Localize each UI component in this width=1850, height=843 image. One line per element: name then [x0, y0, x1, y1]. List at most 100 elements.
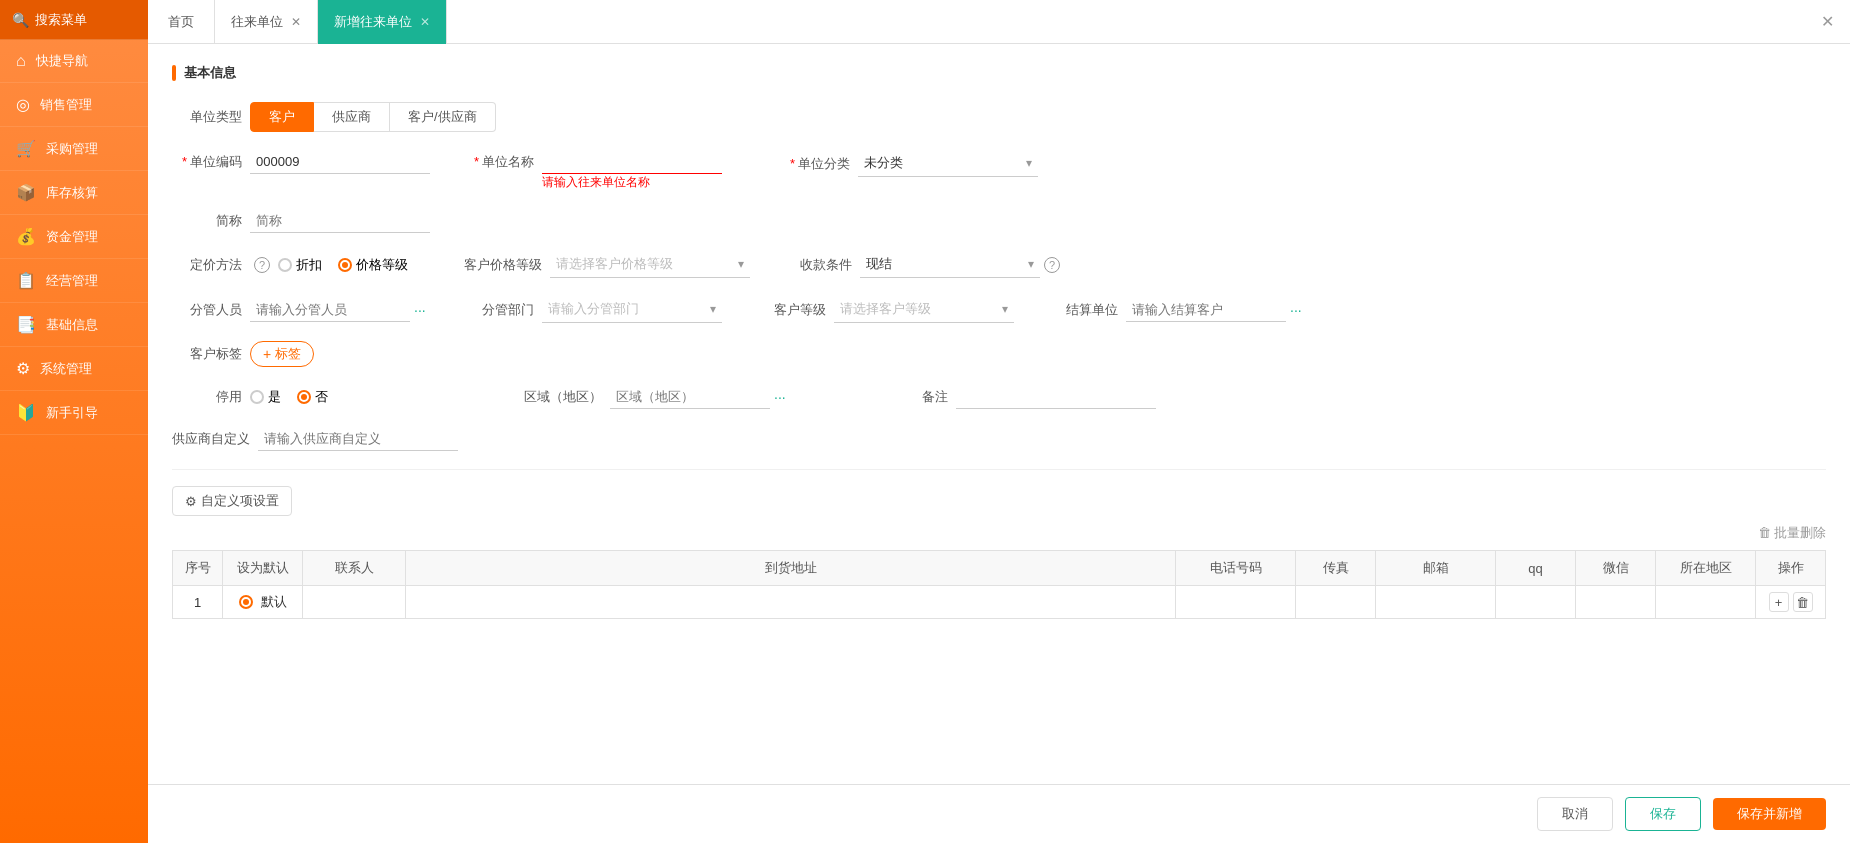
sidebar-search[interactable]: 🔍 搜索菜单: [0, 0, 148, 40]
sidebar-item-finance[interactable]: 💰 资金管理: [0, 215, 148, 259]
cell-qq[interactable]: [1496, 586, 1576, 619]
tags-row: 客户标签 + 标签: [172, 341, 1826, 367]
unit-btn-supplier[interactable]: 供应商: [314, 102, 390, 132]
tab-partners[interactable]: 往来单位 ✕: [215, 0, 318, 44]
sidebar-item-basic-info[interactable]: 📑 基础信息: [0, 303, 148, 347]
unit-btn-both[interactable]: 客户/供应商: [390, 102, 496, 132]
pricing-label: 定价方法: [172, 256, 242, 274]
settlement-input[interactable]: [1126, 298, 1286, 322]
system-icon: ⚙: [16, 359, 30, 378]
dept-select[interactable]: 请输入分管部门 ▾: [542, 296, 722, 323]
sidebar-item-sales[interactable]: ◎ 销售管理: [0, 83, 148, 127]
contact-input[interactable]: [309, 595, 399, 610]
address-input[interactable]: [412, 595, 1169, 610]
close-new-partner-tab[interactable]: ✕: [420, 15, 430, 29]
tab-home[interactable]: 首页: [148, 0, 215, 44]
payment-label: 收款条件: [782, 256, 852, 274]
default-radio-item[interactable]: 默认: [229, 593, 296, 611]
short-name-input[interactable]: [250, 209, 430, 233]
section-title-text: 基本信息: [184, 64, 236, 82]
disabled-yes[interactable]: 是: [250, 388, 281, 406]
cell-fax[interactable]: [1296, 586, 1376, 619]
batch-delete-btn[interactable]: 🗑 批量删除: [172, 524, 1826, 542]
pricing-discount[interactable]: 折扣: [278, 256, 322, 274]
row-action-btns: + 🗑: [1762, 592, 1819, 612]
close-partners-tab[interactable]: ✕: [291, 15, 301, 29]
settlement-more-icon[interactable]: ···: [1290, 302, 1302, 318]
cell-contact[interactable]: [303, 586, 406, 619]
sidebar-item-label: 资金管理: [46, 228, 98, 246]
name-input[interactable]: [542, 150, 722, 174]
region-more-icon[interactable]: ···: [774, 389, 786, 405]
sales-icon: ◎: [16, 95, 30, 114]
remove-row-button[interactable]: 🗑: [1793, 592, 1813, 612]
guide-icon: 🔰: [16, 403, 36, 422]
disabled-no[interactable]: 否: [297, 388, 328, 406]
price-level-label: 客户价格等级: [464, 256, 542, 274]
payment-help-icon[interactable]: ?: [1044, 257, 1060, 273]
cell-region[interactable]: [1656, 586, 1756, 619]
close-all-tabs[interactable]: ✕: [1805, 12, 1850, 31]
price-level-placeholder: 请选择客户价格等级: [556, 255, 738, 273]
supplier-custom-input[interactable]: [258, 427, 458, 451]
col-email: 邮箱: [1376, 551, 1496, 586]
col-address: 到货地址: [406, 551, 1176, 586]
cancel-button[interactable]: 取消: [1537, 797, 1613, 831]
custom-settings-button[interactable]: ⚙ 自定义项设置: [172, 486, 292, 516]
sidebar-item-system[interactable]: ⚙ 系统管理: [0, 347, 148, 391]
sidebar-item-quick-nav[interactable]: ⌂ 快捷导航: [0, 40, 148, 83]
col-qq: qq: [1496, 551, 1576, 586]
pricing-radio-group: 折扣 价格等级: [278, 256, 408, 274]
sidebar-item-label: 经营管理: [46, 272, 98, 290]
main-area: 首页 往来单位 ✕ 新增往来单位 ✕ ✕ 基本信息 单位类型 客户 供应商 客户…: [148, 0, 1850, 843]
category-select[interactable]: 未分类 ▾: [858, 150, 1038, 177]
email-input[interactable]: [1382, 595, 1489, 610]
dept-placeholder: 请输入分管部门: [548, 300, 710, 318]
qq-input[interactable]: [1502, 595, 1569, 610]
cell-address[interactable]: [406, 586, 1176, 619]
manager-input[interactable]: [250, 298, 410, 322]
price-level-radio: [338, 258, 352, 272]
customer-level-select[interactable]: 请选择客户等级 ▾: [834, 296, 1014, 323]
save-new-button[interactable]: 保存并新增: [1713, 798, 1826, 830]
sidebar-item-operations[interactable]: 📋 经营管理: [0, 259, 148, 303]
payment-select[interactable]: 现结 ▾: [860, 251, 1040, 278]
form-footer: 取消 保存 保存并新增: [148, 784, 1850, 843]
section-bar: [172, 65, 176, 81]
tab-new-partner[interactable]: 新增往来单位 ✕: [318, 0, 447, 44]
sidebar-item-purchase[interactable]: 🛒 采购管理: [0, 127, 148, 171]
fax-input[interactable]: [1302, 595, 1369, 610]
manager-more-icon[interactable]: ···: [414, 302, 426, 318]
region-input[interactable]: [610, 385, 770, 409]
basic-info-icon: 📑: [16, 315, 36, 334]
settlement-label: 结算单位: [1048, 301, 1118, 319]
cell-wechat[interactable]: [1576, 586, 1656, 619]
remark-input[interactable]: [956, 385, 1156, 409]
save-button[interactable]: 保存: [1625, 797, 1701, 831]
price-level-select[interactable]: 请选择客户价格等级 ▾: [550, 251, 750, 278]
short-name-label: 简称: [172, 212, 242, 230]
manager-field: 分管人员 ···: [172, 298, 432, 322]
sidebar-item-inventory[interactable]: 📦 库存核算: [0, 171, 148, 215]
custom-settings-row: ⚙ 自定义项设置: [172, 486, 1826, 516]
phone-input[interactable]: [1182, 595, 1289, 610]
sidebar: 🔍 搜索菜单 ⌂ 快捷导航 ◎ 销售管理 🛒 采购管理 📦 库存核算 💰 资金管…: [0, 0, 148, 843]
code-input[interactable]: [250, 150, 430, 174]
supplier-custom-label: 供应商自定义: [172, 430, 250, 448]
pricing-help-icon[interactable]: ?: [254, 257, 270, 273]
payment-field: 收款条件 现结 ▾ ?: [782, 251, 1060, 278]
cell-email[interactable]: [1376, 586, 1496, 619]
row-region-input[interactable]: [1662, 595, 1749, 610]
category-chevron-icon: ▾: [1026, 156, 1032, 170]
wechat-input[interactable]: [1582, 595, 1649, 610]
short-name-row: 简称: [172, 209, 1826, 233]
cell-phone[interactable]: [1176, 586, 1296, 619]
pricing-price-level[interactable]: 价格等级: [338, 256, 408, 274]
sidebar-item-guide[interactable]: 🔰 新手引导: [0, 391, 148, 435]
short-name-field: 简称: [172, 209, 432, 233]
quick-nav-icon: ⌂: [16, 52, 26, 70]
unit-btn-customer[interactable]: 客户: [250, 102, 314, 132]
add-row-button[interactable]: +: [1769, 592, 1789, 612]
add-tag-button[interactable]: + 标签: [250, 341, 314, 367]
gear-icon: ⚙: [185, 494, 197, 509]
